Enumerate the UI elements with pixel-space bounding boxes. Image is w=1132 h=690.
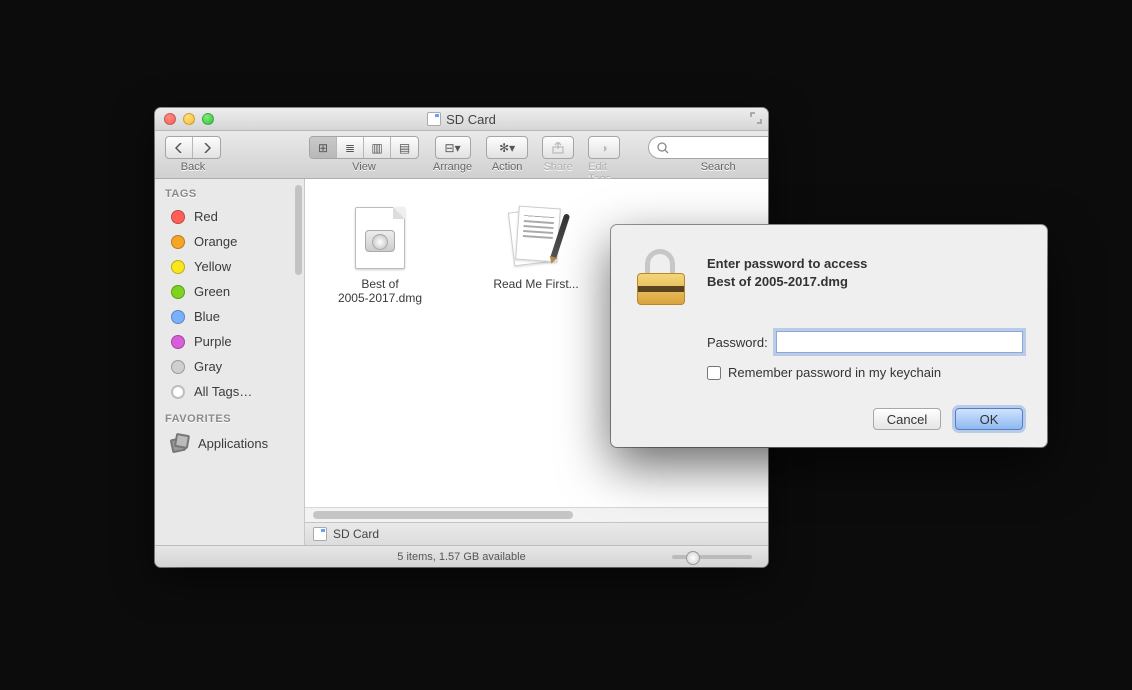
dialog-message: Enter password to access Best of 2005-20… (707, 251, 867, 290)
sidebar-item-label: Orange (194, 234, 237, 249)
dmg-icon (348, 207, 412, 271)
titlebar: SD Card (155, 108, 768, 131)
path-bar[interactable]: SD Card (305, 522, 768, 545)
cancel-button[interactable]: Cancel (873, 408, 941, 430)
view-label: View (352, 161, 376, 173)
tag-dot-icon (171, 335, 185, 349)
share-button[interactable] (543, 137, 573, 158)
minimize-button[interactable] (183, 113, 195, 125)
remember-row[interactable]: Remember password in my keychain (635, 365, 1023, 380)
tag-dot-icon (171, 235, 185, 249)
sidebar-item-label: All Tags… (194, 384, 252, 399)
sd-card-icon (313, 527, 327, 541)
view-list-button[interactable]: ≣ (337, 137, 364, 158)
back-button[interactable] (166, 137, 193, 158)
tag-dot-icon (171, 385, 185, 399)
view-columns-button[interactable]: ▥ (364, 137, 391, 158)
icon-size-slider[interactable] (672, 555, 752, 559)
file-name: 2005-2017.dmg (325, 291, 435, 305)
rtfd-icon (504, 207, 568, 271)
zoom-button[interactable] (202, 113, 214, 125)
dialog-buttons: Cancel OK (635, 408, 1023, 430)
horizontal-scrollbar[interactable] (305, 507, 768, 522)
dialog-header: Enter password to access Best of 2005-20… (635, 251, 1023, 305)
sidebar-scrollbar[interactable] (295, 185, 302, 275)
sidebar-tag-green[interactable]: Green (155, 279, 304, 304)
toolbar: Back ⊞ ≣ ▥ ▤ View ⊟▾ Arrange ✻▾ Action S… (155, 131, 768, 179)
path-location: SD Card (333, 527, 379, 541)
ok-button[interactable]: OK (955, 408, 1023, 430)
tag-dot-icon (171, 285, 185, 299)
sidebar-tag-gray[interactable]: Gray (155, 354, 304, 379)
password-row: Password: (635, 331, 1023, 353)
sidebar: TAGS Red Orange Yellow Green Blue Purple… (155, 179, 305, 545)
forward-button[interactable] (193, 137, 220, 158)
action-label: Action (492, 161, 523, 173)
sidebar-item-label: Green (194, 284, 230, 299)
remember-label: Remember password in my keychain (728, 365, 941, 380)
view-group: ⊞ ≣ ▥ ▤ View (309, 136, 419, 173)
sidebar-item-label: Gray (194, 359, 222, 374)
back-forward-group: Back (165, 136, 221, 173)
window-title: SD Card (155, 112, 768, 127)
arrange-button[interactable]: ⊟▾ (436, 137, 470, 158)
action-button[interactable]: ✻▾ (487, 137, 527, 158)
file-name: Best of (325, 277, 435, 291)
edit-tags-group: ◑ Edit Tags (588, 136, 620, 185)
tag-dot-icon (171, 310, 185, 324)
applications-icon (171, 434, 189, 452)
view-coverflow-button[interactable]: ▤ (391, 137, 418, 158)
search-icon (657, 142, 669, 154)
traffic-lights (155, 113, 214, 125)
share-group: Share (542, 136, 574, 173)
remember-checkbox[interactable] (707, 366, 721, 380)
password-dialog: Enter password to access Best of 2005-20… (611, 225, 1047, 447)
tag-dot-icon (171, 260, 185, 274)
back-label: Back (181, 161, 205, 173)
dialog-line2: Best of 2005-2017.dmg (707, 273, 867, 291)
search-label: Search (701, 161, 736, 173)
sidebar-tag-all[interactable]: All Tags… (155, 379, 304, 404)
password-label: Password: (707, 335, 768, 350)
sidebar-tag-yellow[interactable]: Yellow (155, 254, 304, 279)
sidebar-item-label: Applications (198, 436, 268, 451)
lock-icon (635, 249, 687, 305)
dialog-line1: Enter password to access (707, 255, 867, 273)
arrange-group: ⊟▾ Arrange (433, 136, 472, 173)
file-item-dmg[interactable]: Best of 2005-2017.dmg (325, 207, 435, 305)
search-field-wrap[interactable] (648, 136, 768, 159)
search-input[interactable] (674, 141, 768, 155)
sd-card-icon (427, 112, 441, 126)
favorites-header: FAVORITES (155, 404, 304, 429)
action-group: ✻▾ Action (486, 136, 528, 173)
sidebar-tag-blue[interactable]: Blue (155, 304, 304, 329)
scrollbar-thumb[interactable] (313, 511, 573, 519)
search-group: Search (648, 136, 768, 173)
tag-dot-icon (171, 210, 185, 224)
sidebar-fav-applications[interactable]: Applications (155, 429, 304, 457)
fullscreen-icon[interactable] (750, 112, 762, 124)
close-button[interactable] (164, 113, 176, 125)
edit-tags-button[interactable]: ◑ (589, 137, 619, 158)
window-title-text: SD Card (446, 112, 496, 127)
share-label: Share (543, 161, 572, 173)
status-text: 5 items, 1.57 GB available (397, 551, 525, 563)
sidebar-tag-purple[interactable]: Purple (155, 329, 304, 354)
tag-dot-icon (171, 360, 185, 374)
arrange-label: Arrange (433, 161, 472, 173)
password-input[interactable] (776, 331, 1023, 353)
status-bar: 5 items, 1.57 GB available (155, 545, 768, 567)
sidebar-tag-orange[interactable]: Orange (155, 229, 304, 254)
sidebar-item-label: Purple (194, 334, 232, 349)
file-name: Read Me First... (481, 277, 591, 291)
view-icons-button[interactable]: ⊞ (310, 137, 337, 158)
sidebar-item-label: Blue (194, 309, 220, 324)
file-item-readme[interactable]: Read Me First... (481, 207, 591, 291)
sidebar-tag-red[interactable]: Red (155, 204, 304, 229)
sidebar-item-label: Yellow (194, 259, 231, 274)
sidebar-item-label: Red (194, 209, 218, 224)
tags-header: TAGS (155, 179, 304, 204)
